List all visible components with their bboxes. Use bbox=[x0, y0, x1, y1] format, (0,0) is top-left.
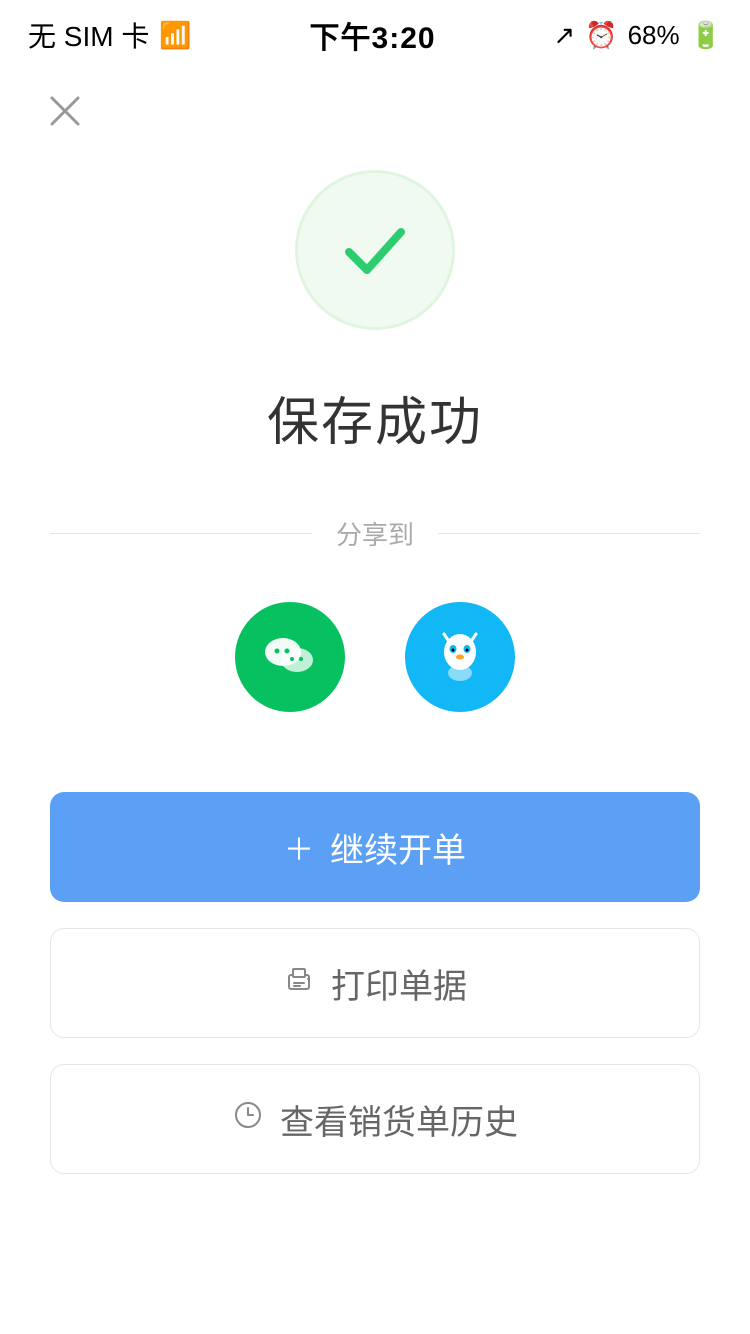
print-icon bbox=[283, 963, 315, 1003]
view-history-label: 查看销货单历史 bbox=[280, 1095, 518, 1144]
qq-share-button[interactable] bbox=[405, 602, 515, 712]
plus-icon: ＋ bbox=[284, 825, 314, 869]
continue-order-label: 继续开单 bbox=[330, 823, 466, 872]
print-receipt-button[interactable]: 打印单据 bbox=[50, 928, 700, 1038]
close-button[interactable] bbox=[40, 86, 90, 136]
battery-text: 68% bbox=[628, 20, 680, 51]
continue-order-button[interactable]: ＋ 继续开单 bbox=[50, 792, 700, 902]
main-content: 保存成功 分享到 bbox=[0, 70, 750, 1174]
wechat-icon bbox=[259, 626, 321, 688]
location-icon: ↗ bbox=[553, 20, 575, 51]
status-time: 下午3:20 bbox=[310, 13, 436, 57]
divider-line-left bbox=[50, 533, 312, 534]
status-bar: 无 SIM 卡 📶 下午3:20 ↗ ⏰ 68% 🔋 bbox=[0, 0, 750, 70]
close-icon bbox=[48, 94, 82, 128]
checkmark-icon bbox=[335, 210, 415, 290]
no-sim-text: 无 SIM 卡 bbox=[28, 15, 149, 55]
divider-line-right bbox=[438, 533, 700, 534]
success-icon-circle bbox=[295, 170, 455, 330]
qq-icon bbox=[429, 626, 491, 688]
view-history-button[interactable]: 查看销货单历史 bbox=[50, 1064, 700, 1174]
battery-icon: 🔋 bbox=[690, 20, 722, 51]
alarm-icon: ⏰ bbox=[585, 20, 617, 51]
wifi-icon: 📶 bbox=[159, 20, 191, 51]
action-buttons: ＋ 继续开单 打印单据 bbox=[0, 792, 750, 1174]
print-receipt-label: 打印单据 bbox=[331, 959, 467, 1008]
status-right: ↗ ⏰ 68% 🔋 bbox=[553, 20, 722, 51]
status-left: 无 SIM 卡 📶 bbox=[28, 15, 192, 55]
history-icon bbox=[232, 1099, 264, 1139]
share-label: 分享到 bbox=[312, 515, 438, 552]
share-divider: 分享到 bbox=[0, 515, 750, 552]
success-title: 保存成功 bbox=[267, 380, 483, 455]
share-icons-container bbox=[235, 602, 515, 712]
wechat-share-button[interactable] bbox=[235, 602, 345, 712]
